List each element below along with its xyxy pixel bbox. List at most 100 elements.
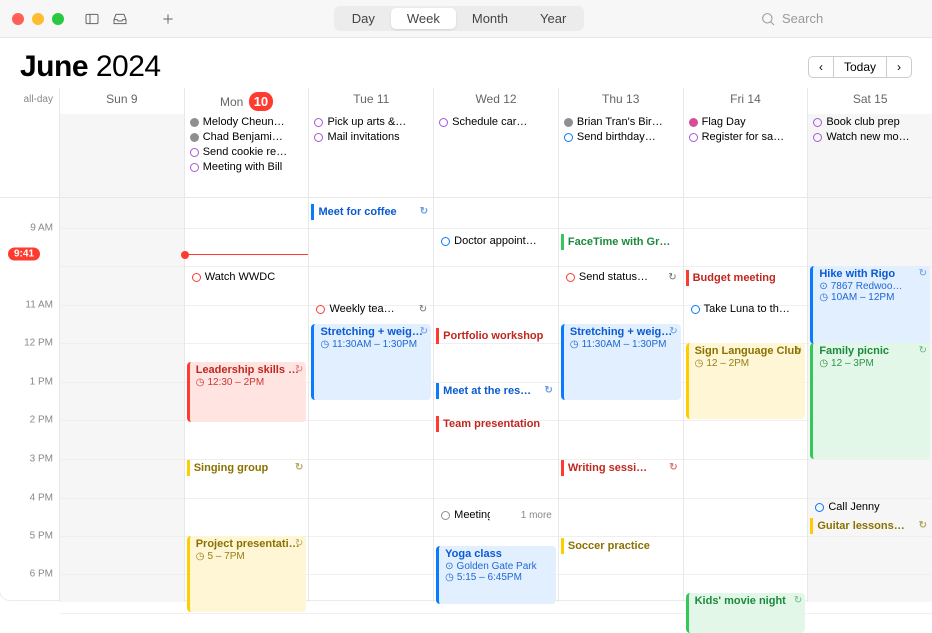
view-switcher: Day Week Month Year <box>334 6 585 31</box>
event-marker-icon <box>314 133 323 142</box>
calendar-event[interactable]: Call Jenny <box>811 500 929 514</box>
calendar-event[interactable]: Writing sessi… <box>561 460 681 476</box>
allday-slot[interactable]: Flag DayRegister for sa… <box>684 114 808 198</box>
allday-event[interactable]: Melody Cheun… <box>186 115 308 129</box>
calendar-event[interactable]: Watch WWDC <box>188 270 306 284</box>
day-grid[interactable]: Doctor appoint… Portfolio workshop Meet at… <box>434 198 558 602</box>
event-title: Singing group <box>194 462 269 474</box>
calendar-event[interactable]: Project presentations◷5 – 7PM <box>187 536 307 612</box>
recurring-icon <box>669 326 677 337</box>
search-field[interactable]: Search <box>760 11 920 27</box>
day-grid[interactable]: FaceTime with Gr… Send status… Stretching … <box>559 198 683 602</box>
calendar-event[interactable]: Hike with Rigo⊙7867 Redwoo…◷10AM – 12PM <box>810 266 930 344</box>
event-title: Soccer practice <box>568 540 650 552</box>
recurring-icon <box>295 364 303 375</box>
allday-slot[interactable]: Brian Tran's Bir…Send birthday… <box>559 114 683 198</box>
allday-slot[interactable]: Schedule car… <box>434 114 558 198</box>
event-title: Schedule car… <box>452 116 527 128</box>
hour-label: 3 PM <box>30 454 53 465</box>
allday-slot[interactable]: Melody Cheun…Chad Benjami…Send cookie re… <box>185 114 309 198</box>
calendar-event[interactable]: Leadership skills meeting◷12:30 – 2PM <box>187 362 307 422</box>
sidebar-toggle-icon[interactable] <box>82 9 102 29</box>
add-event-icon[interactable] <box>158 9 178 29</box>
event-title: Weekly tea… <box>329 303 394 315</box>
clock-icon: ◷ <box>819 358 828 369</box>
allday-event[interactable]: Register for sa… <box>685 130 807 144</box>
calendar-event[interactable]: Sign Language Club◷12 – 2PM <box>686 343 806 419</box>
more-events-label[interactable]: 1 more <box>521 510 552 521</box>
calendar-event[interactable]: Family picnic◷12 – 3PM <box>810 343 930 459</box>
calendar-event[interactable]: Budget meeting <box>686 270 806 286</box>
calendar-event[interactable]: Take Luna to th… <box>687 302 805 316</box>
today-button[interactable]: Today <box>834 56 886 78</box>
day-grid[interactable] <box>60 198 184 602</box>
calendar-event[interactable]: Guitar lessons… <box>810 518 930 534</box>
event-title: Mail invitations <box>327 131 399 143</box>
event-title: Yoga class <box>445 548 552 561</box>
recurring-icon <box>794 595 802 606</box>
calendar-event[interactable]: Doctor appoint… <box>437 234 555 248</box>
allday-slot[interactable]: Pick up arts &… Mail invitations <box>309 114 433 198</box>
calendar-event[interactable]: Meeting… <box>437 508 490 522</box>
event-title: Book club prep <box>826 116 899 128</box>
event-detail: ◷10AM – 12PM <box>819 292 926 303</box>
prev-week-button[interactable]: ‹ <box>808 56 834 78</box>
calendar-event[interactable]: Meet for coffee <box>311 204 431 220</box>
event-marker-icon <box>689 118 698 127</box>
allday-event[interactable]: Send cookie re… <box>186 145 308 159</box>
day-column: Tue 11Pick up arts &… Mail invitations Mee… <box>309 88 434 602</box>
event-marker-icon <box>314 118 323 127</box>
inbox-icon[interactable] <box>110 9 130 29</box>
day-grid[interactable]: Budget meeting Take Luna to th… Sign Langu… <box>684 198 808 602</box>
zoom-icon[interactable] <box>52 13 64 25</box>
close-icon[interactable] <box>12 13 24 25</box>
view-week[interactable]: Week <box>391 8 456 29</box>
calendar-header: June 2024 ‹ Today › <box>0 38 932 88</box>
calendar-event[interactable]: Singing group <box>187 460 307 476</box>
calendar-event[interactable]: Stretching + weights◷11:30AM – 1:30PM <box>311 324 431 400</box>
allday-event[interactable]: Schedule car… <box>435 115 557 129</box>
event-detail: ⊙7867 Redwoo… <box>819 281 926 292</box>
day-grid[interactable]: Meet for coffee Weekly tea… Stretching + w… <box>309 198 433 602</box>
allday-event[interactable]: Brian Tran's Bir… <box>560 115 682 129</box>
day-grid[interactable]: Watch WWDC Leadership skills meeting◷12:3… <box>185 198 309 602</box>
day-header: Tue 11 <box>309 88 433 114</box>
allday-event[interactable]: Book club prep <box>809 115 931 129</box>
event-detail: ◷11:30AM – 1:30PM <box>570 339 677 350</box>
calendar-grid: all-day 9 AM11 AM12 PM1 PM2 PM3 PM4 PM5 … <box>0 88 932 602</box>
allday-event[interactable]: Mail invitations <box>310 130 432 144</box>
day-grid[interactable]: Hike with Rigo⊙7867 Redwoo…◷10AM – 12PMF… <box>808 198 932 602</box>
allday-event[interactable]: Chad Benjami… <box>186 130 308 144</box>
calendar-event[interactable]: Stretching + weights◷11:30AM – 1:30PM <box>561 324 681 400</box>
allday-event[interactable]: Watch new mo… <box>809 130 931 144</box>
minimize-icon[interactable] <box>32 13 44 25</box>
calendar-event[interactable]: Portfolio workshop <box>436 328 556 344</box>
next-week-button[interactable]: › <box>886 56 912 78</box>
allday-event[interactable]: Pick up arts &… <box>310 115 432 129</box>
hour-label: 4 PM <box>30 493 53 504</box>
calendar-event[interactable]: Yoga class⊙Golden Gate Park◷5:15 – 6:45P… <box>436 546 556 604</box>
allday-event[interactable]: Send birthday… <box>560 130 682 144</box>
calendar-event[interactable]: Team presentation <box>436 416 556 432</box>
view-month[interactable]: Month <box>456 8 524 29</box>
allday-slot[interactable] <box>60 114 184 198</box>
clock-icon: ◷ <box>819 292 828 303</box>
calendar-event[interactable]: Kids' movie night <box>686 593 806 633</box>
view-year[interactable]: Year <box>524 8 582 29</box>
event-marker-icon <box>441 237 450 246</box>
allday-event[interactable]: Meeting with Bill <box>186 160 308 174</box>
day-column: Sat 15Book club prepWatch new mo…Hike wi… <box>808 88 932 602</box>
calendar-event[interactable]: Weekly tea… <box>312 302 430 316</box>
allday-event[interactable]: Flag Day <box>685 115 807 129</box>
recurring-icon <box>919 268 927 279</box>
calendar-event[interactable]: Send status… <box>562 270 680 284</box>
day-column: Thu 13Brian Tran's Bir…Send birthday…Fac… <box>559 88 684 602</box>
calendar-event[interactable]: Meet at the res… <box>436 383 556 399</box>
event-title: Portfolio workshop <box>443 330 543 342</box>
calendar-event[interactable]: FaceTime with Gr… <box>561 234 681 250</box>
allday-slot[interactable]: Book club prep Watch new mo… <box>808 114 932 198</box>
recurring-icon <box>295 538 303 549</box>
view-day[interactable]: Day <box>336 8 391 29</box>
recurring-icon <box>420 326 428 337</box>
calendar-event[interactable]: Soccer practice <box>561 538 681 554</box>
